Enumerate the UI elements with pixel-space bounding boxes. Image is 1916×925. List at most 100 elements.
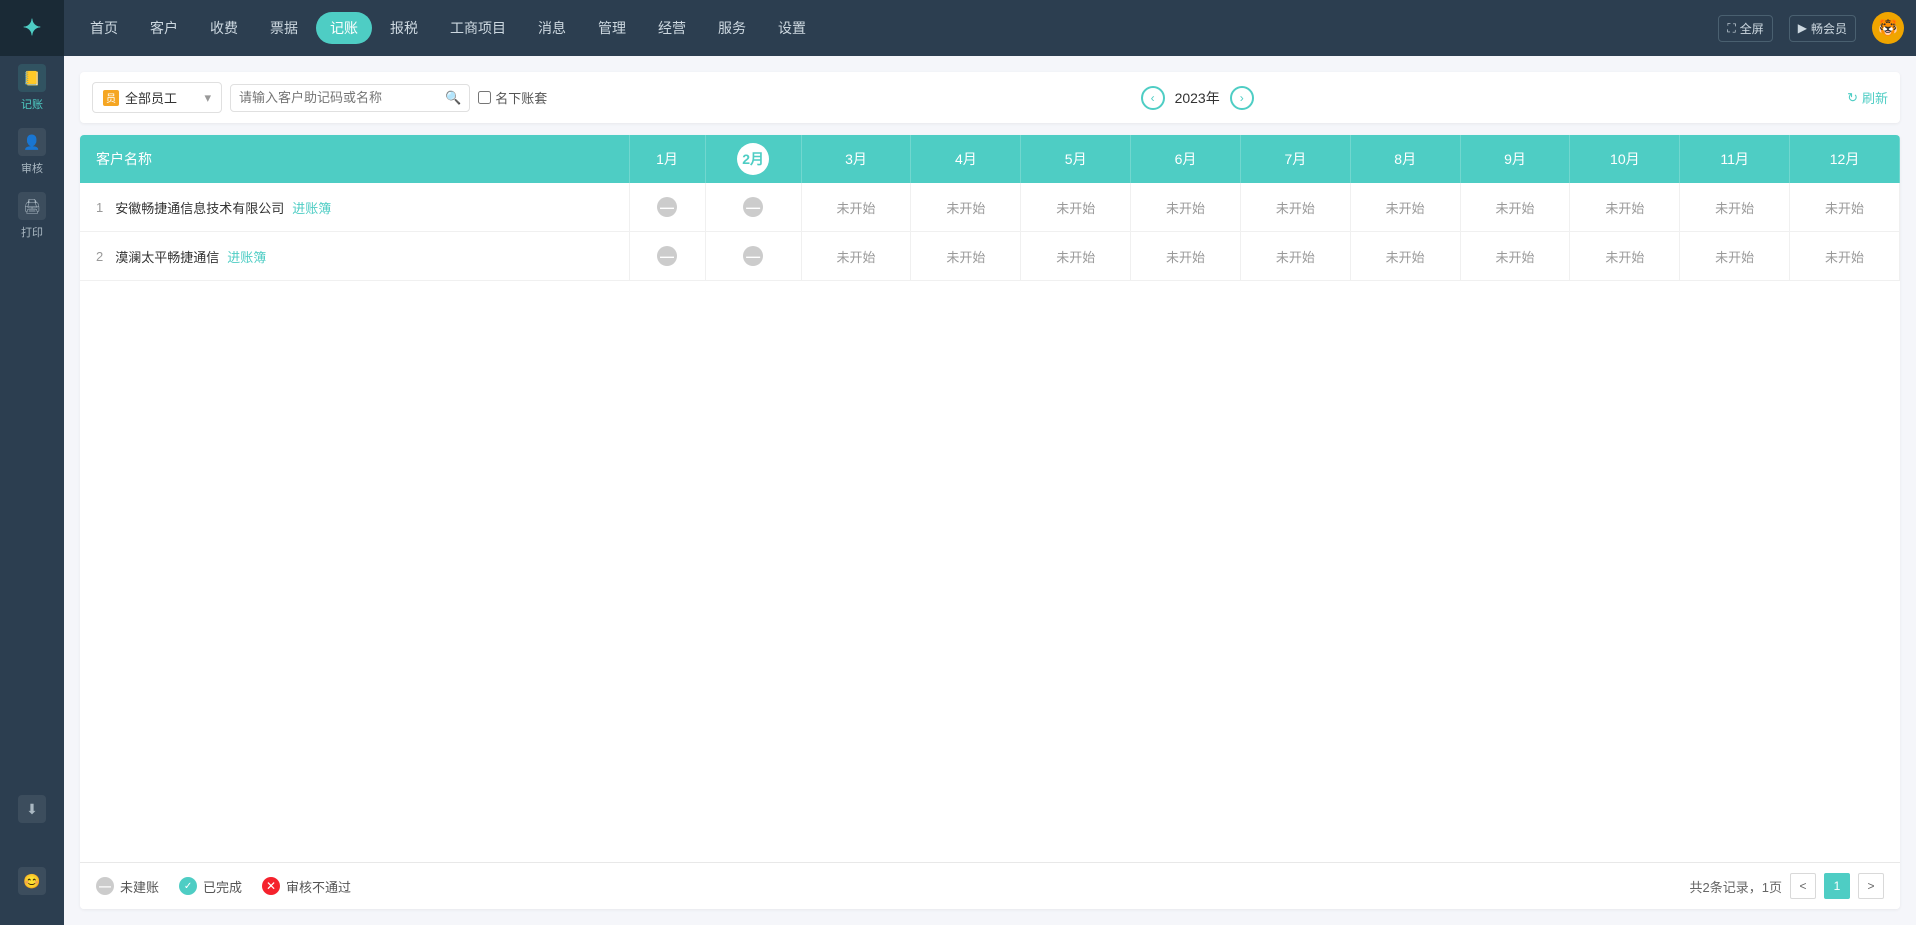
- nav-home[interactable]: 首页: [76, 12, 132, 44]
- client-name-cell: 2漠澜太平畅捷通信进账簿: [80, 232, 629, 281]
- nav-settings[interactable]: 设置: [764, 12, 820, 44]
- client-name-cell: 1安徽畅捷通信息技术有限公司进账簿: [80, 183, 629, 232]
- rejected-icon: ✕: [262, 877, 280, 895]
- table-scroll[interactable]: 客户名称 1月 2月 3月 4月 5月 6月 7月 8月: [80, 135, 1900, 862]
- nav-manage[interactable]: 管理: [584, 12, 640, 44]
- employee-icon: 员: [103, 90, 119, 106]
- my-accounts-checkbox[interactable]: [478, 91, 491, 104]
- search-icon[interactable]: 🔍: [445, 90, 461, 106]
- not-started-text: 未开始: [946, 201, 985, 216]
- nav-service[interactable]: 服务: [704, 12, 760, 44]
- play-icon: ▶: [1798, 21, 1807, 35]
- prev-page-button[interactable]: <: [1790, 873, 1816, 899]
- month-cell: —: [629, 183, 705, 232]
- month-cell: 未开始: [801, 183, 911, 232]
- prev-year-button[interactable]: ‹: [1141, 86, 1165, 110]
- month-cell: 未开始: [1131, 232, 1241, 281]
- topnav-right: ⛶ 全屏 ▶ 畅会员 🐯: [1718, 12, 1904, 44]
- status-dash-icon: —: [743, 197, 763, 217]
- sidebar-item-print[interactable]: 🖨 打印: [0, 184, 64, 248]
- search-input[interactable]: [239, 90, 439, 105]
- nav-account[interactable]: 记账: [316, 12, 372, 44]
- not-started-text: 未开始: [1056, 250, 1095, 265]
- my-accounts-checkbox-label[interactable]: 名下账套: [478, 88, 547, 107]
- not-started-text: 未开始: [1715, 250, 1754, 265]
- refresh-icon: ↻: [1847, 90, 1858, 106]
- current-month-circle: 2月: [737, 143, 769, 175]
- nav-client[interactable]: 客户: [136, 12, 192, 44]
- nav-invoice[interactable]: 票据: [256, 12, 312, 44]
- month-cell: 未开始: [1790, 183, 1900, 232]
- total-records: 共2条记录，1页: [1690, 877, 1782, 896]
- my-accounts-label: 名下账套: [495, 88, 547, 107]
- col-feb: 2月: [705, 135, 801, 183]
- sidebar-item-user-help[interactable]: 😊: [0, 849, 64, 913]
- enter-link[interactable]: 进账簿: [227, 247, 266, 266]
- col-sep: 9月: [1460, 135, 1570, 183]
- content: 员 全部员工 ▾ 🔍 名下账套 ‹ 2023年 ›: [64, 56, 1916, 925]
- sidebar-item-download[interactable]: ⬇: [0, 777, 64, 841]
- col-aug: 8月: [1350, 135, 1460, 183]
- col-nov: 11月: [1680, 135, 1790, 183]
- not-built-icon: —: [96, 877, 114, 895]
- nav-billing[interactable]: 收费: [196, 12, 252, 44]
- month-cell: 未开始: [1460, 232, 1570, 281]
- logo[interactable]: ✦: [0, 0, 64, 56]
- month-cell: 未开始: [1021, 183, 1131, 232]
- sidebar-bottom: ⬇ 😊: [0, 777, 64, 913]
- toolbar: 员 全部员工 ▾ 🔍 名下账套 ‹ 2023年 ›: [80, 72, 1900, 123]
- not-started-text: 未开始: [1496, 201, 1535, 216]
- sidebar-item-audit[interactable]: 👤 审核: [0, 120, 64, 184]
- not-started-text: 未开始: [1715, 201, 1754, 216]
- month-cell: 未开始: [911, 183, 1021, 232]
- account-icon: 📒: [18, 64, 46, 92]
- month-cell: 未开始: [1790, 232, 1900, 281]
- member-button[interactable]: ▶ 畅会员: [1789, 15, 1856, 42]
- nav-business[interactable]: 工商项目: [436, 12, 520, 44]
- col-apr: 4月: [911, 135, 1021, 183]
- completed-label: 已完成: [203, 877, 242, 896]
- help-icon: 😊: [18, 867, 46, 895]
- table-row: 1安徽畅捷通信息技术有限公司进账簿——未开始未开始未开始未开始未开始未开始未开始…: [80, 183, 1900, 232]
- table-header-row: 客户名称 1月 2月 3月 4月 5月 6月 7月 8月: [80, 135, 1900, 183]
- col-oct: 10月: [1570, 135, 1680, 183]
- fullscreen-label: 全屏: [1740, 20, 1764, 37]
- main-area: 首页 客户 收费 票据 记账 报税 工商项目 消息 管理 经营 服务 设置 ⛶ …: [64, 0, 1916, 925]
- print-icon: 🖨: [18, 192, 46, 220]
- refresh-button[interactable]: ↻ 刷新: [1847, 88, 1888, 107]
- month-cell: 未开始: [1680, 232, 1790, 281]
- not-started-text: 未开始: [1386, 201, 1425, 216]
- footer: — 未建账 ✓ 已完成 ✕ 审核不通过 共2条记录，1页 < 1: [80, 862, 1900, 909]
- legend-rejected: ✕ 审核不通过: [262, 877, 351, 896]
- not-started-text: 未开始: [1605, 250, 1644, 265]
- not-started-text: 未开始: [946, 250, 985, 265]
- month-cell: 未开始: [1350, 183, 1460, 232]
- employee-label: 全部员工: [125, 88, 177, 107]
- next-page-button[interactable]: >: [1858, 873, 1884, 899]
- nav-message[interactable]: 消息: [524, 12, 580, 44]
- not-started-text: 未开始: [1276, 201, 1315, 216]
- member-label: 畅会员: [1811, 20, 1847, 37]
- next-year-button[interactable]: ›: [1230, 86, 1254, 110]
- fullscreen-button[interactable]: ⛶ 全屏: [1718, 15, 1772, 42]
- client-num: 1: [96, 200, 103, 215]
- month-cell: —: [629, 232, 705, 281]
- month-cell: 未开始: [1680, 183, 1790, 232]
- nav-tax[interactable]: 报税: [376, 12, 432, 44]
- avatar[interactable]: 🐯: [1872, 12, 1904, 44]
- refresh-label: 刷新: [1862, 88, 1888, 107]
- sidebar-item-print-label: 打印: [21, 224, 43, 240]
- col-jun: 6月: [1131, 135, 1241, 183]
- not-started-text: 未开始: [1825, 250, 1864, 265]
- month-cell: 未开始: [1131, 183, 1241, 232]
- employee-select[interactable]: 员 全部员工 ▾: [92, 82, 222, 113]
- not-started-text: 未开始: [1605, 201, 1644, 216]
- topnav: 首页 客户 收费 票据 记账 报税 工商项目 消息 管理 经营 服务 设置 ⛶ …: [64, 0, 1916, 56]
- table-row: 2漠澜太平畅捷通信进账簿——未开始未开始未开始未开始未开始未开始未开始未开始未开…: [80, 232, 1900, 281]
- month-cell: 未开始: [1460, 183, 1570, 232]
- enter-link[interactable]: 进账簿: [292, 198, 331, 217]
- nav-operation[interactable]: 经营: [644, 12, 700, 44]
- sidebar-item-account[interactable]: 📒 记账: [0, 56, 64, 120]
- rejected-label: 审核不通过: [286, 877, 351, 896]
- current-page-button[interactable]: 1: [1824, 873, 1850, 899]
